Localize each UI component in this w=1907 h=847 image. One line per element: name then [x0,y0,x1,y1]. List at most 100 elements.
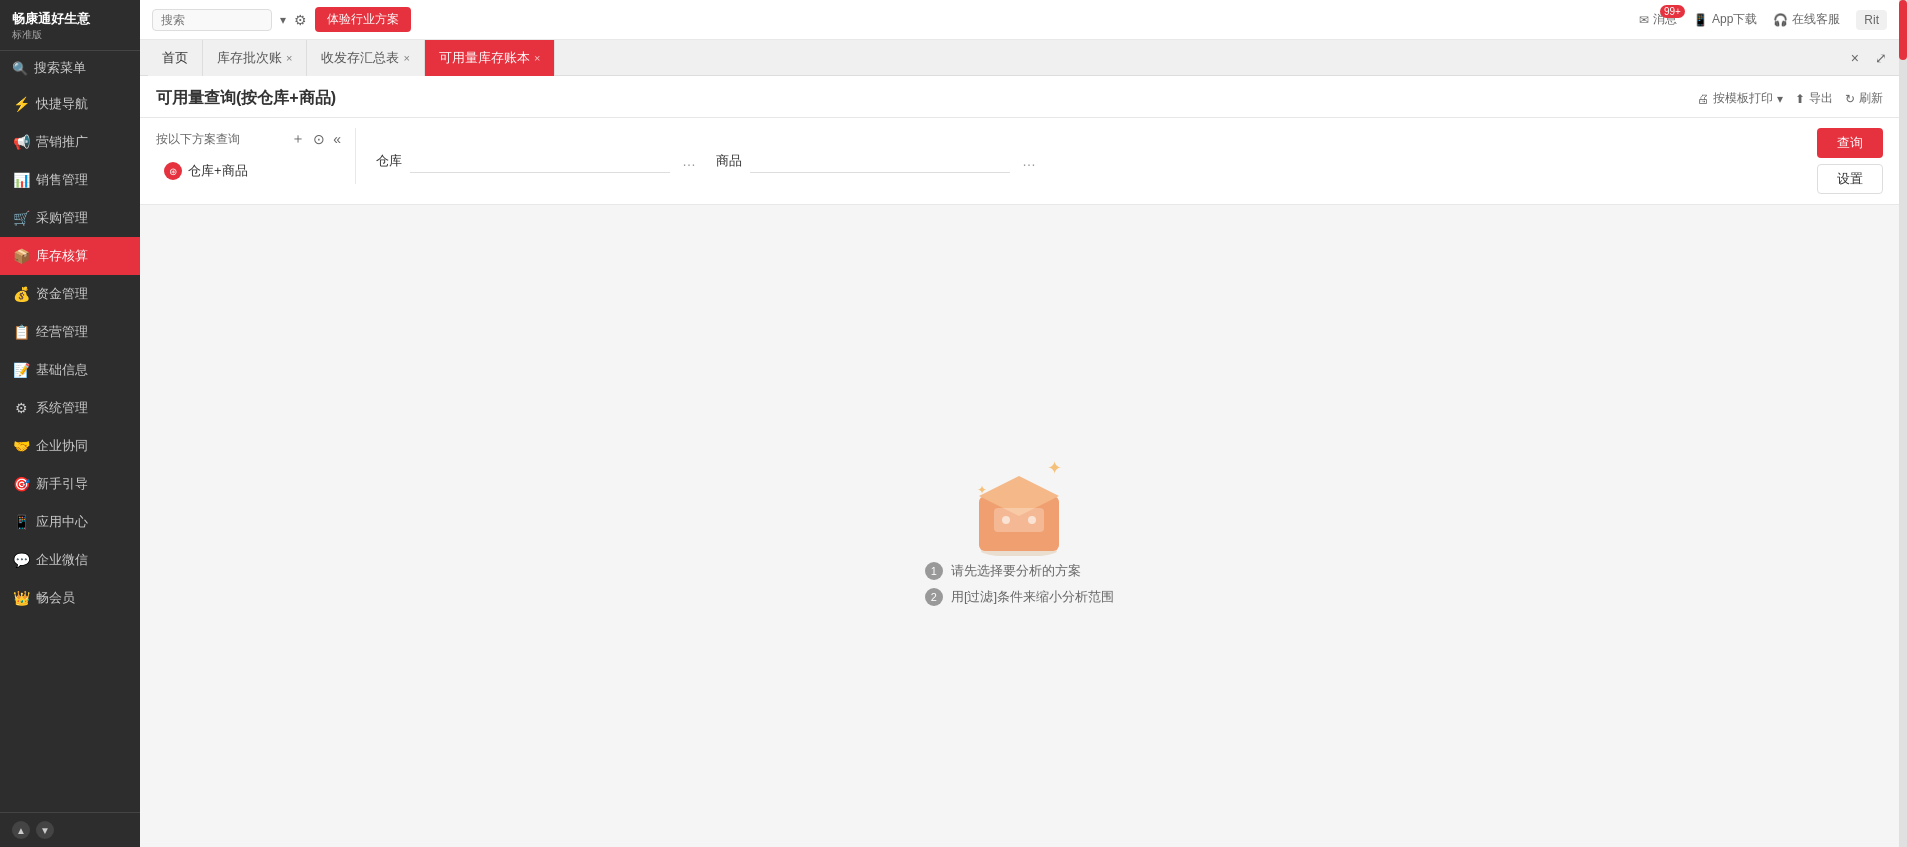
sidebar: 畅康通好生意 标准版 🔍 搜索菜单 ⚡ 快捷导航 📢 营销推广 📊 销售管理 🛒… [0,0,140,847]
sidebar-item-label: 企业微信 [36,551,88,569]
filter-area: 按以下方案查询 ＋ ⊙ « ⊛ 仓库+商品 仓库 … 商品 … [140,118,1899,205]
topbar-user-btn[interactable]: Rit [1856,10,1887,30]
scheme-item-warehouse-goods[interactable]: ⊛ 仓库+商品 [156,158,343,184]
tip-text-1: 请先选择要分析的方案 [951,562,1081,580]
sidebar-item-quick-nav[interactable]: ⚡ 快捷导航 [0,85,140,123]
main-area: ▾ ⚙ 体验行业方案 ✉ 消息 99+ 📱 App下载 🎧 在线客服 Rit [140,0,1899,847]
empty-box-svg: ✦ ✦ [959,446,1079,556]
svg-point-5 [1028,516,1036,524]
tab-expand-btn[interactable]: ⤢ [1871,46,1891,70]
collapse-scheme-btn[interactable]: « [331,129,343,149]
sidebar-item-marketing[interactable]: 📢 营销推广 [0,123,140,161]
sidebar-item-label: 应用中心 [36,513,88,531]
operations-icon: 📋 [12,323,30,341]
sales-icon: 📊 [12,171,30,189]
member-icon: 👑 [12,589,30,607]
settings-scheme-btn[interactable]: ⊙ [311,129,327,149]
sidebar-item-label: 企业协同 [36,437,88,455]
filter-scheme-panel: 按以下方案查询 ＋ ⊙ « ⊛ 仓库+商品 [156,128,356,184]
app-icon: 📱 [1693,13,1708,27]
tab-close-all-btn[interactable]: × [1847,46,1863,70]
query-btn[interactable]: 查询 [1817,128,1883,158]
topbar-service-btn[interactable]: 🎧 在线客服 [1773,11,1840,28]
warehouse-input[interactable] [410,149,670,173]
tab-home[interactable]: 首页 [148,40,203,76]
user-label: Rit [1864,13,1879,27]
add-scheme-btn[interactable]: ＋ [289,128,307,150]
sidebar-item-system[interactable]: ⚙ 系统管理 [0,389,140,427]
scroll-up-btn[interactable]: ▲ [12,821,30,839]
logo-title: 畅康通好生意 [12,10,128,28]
goods-more-btn[interactable]: … [1018,151,1040,171]
topbar-gear-icon[interactable]: ⚙ [294,12,307,28]
empty-tips: 1 请先选择要分析的方案 2 用[过滤]条件来缩小分析范围 [925,562,1114,606]
export-label: 导出 [1809,90,1833,107]
warehouse-more-btn[interactable]: … [678,151,700,171]
sidebar-item-wechat[interactable]: 💬 企业微信 [0,541,140,579]
content-header-actions: 🖨 按模板打印 ▾ ⬆ 导出 ↻ 刷新 [1697,90,1883,107]
message-icon: ✉ [1639,13,1649,27]
finance-icon: 💰 [12,285,30,303]
print-template-btn[interactable]: 🖨 按模板打印 ▾ [1697,90,1783,107]
topbar-app-btn[interactable]: 📱 App下载 [1693,11,1757,28]
filter-scheme-actions: ＋ ⊙ « [289,128,343,150]
svg-point-4 [1002,516,1010,524]
sidebar-item-operations[interactable]: 📋 经营管理 [0,313,140,351]
export-btn[interactable]: ⬆ 导出 [1795,90,1833,107]
sidebar-item-finance[interactable]: 💰 资金管理 [0,275,140,313]
sidebar-item-newbie[interactable]: 🎯 新手引导 [0,465,140,503]
trial-btn[interactable]: 体验行业方案 [315,7,411,32]
filter-scheme-header: 按以下方案查询 ＋ ⊙ « [156,128,343,150]
topbar: ▾ ⚙ 体验行业方案 ✉ 消息 99+ 📱 App下载 🎧 在线客服 Rit [140,0,1899,40]
goods-input[interactable] [750,149,1010,173]
filter-goods-field: 商品 … [716,149,1040,173]
tab-batch-account-close[interactable]: × [286,52,292,64]
sidebar-item-enterprise[interactable]: 🤝 企业协同 [0,427,140,465]
scheme-item-label: 仓库+商品 [188,162,248,180]
logo-sub: 标准版 [12,28,128,42]
sidebar-item-purchase[interactable]: 🛒 采购管理 [0,199,140,237]
svg-text:✦: ✦ [1047,458,1062,478]
sidebar-item-label: 系统管理 [36,399,88,417]
tip-num-2: 2 [925,588,943,606]
tab-available-ledger-close[interactable]: × [534,52,540,64]
tab-available-ledger[interactable]: 可用量库存账本 × [425,40,555,76]
sidebar-item-label: 营销推广 [36,133,88,151]
topbar-search-input[interactable] [152,9,272,31]
tab-home-label: 首页 [162,49,188,67]
refresh-icon: ↻ [1845,92,1855,106]
goods-label: 商品 [716,152,742,170]
topbar-chevron-icon[interactable]: ▾ [280,13,286,27]
tab-available-ledger-label: 可用量库存账本 [439,49,530,67]
tab-batch-account-label: 库存批次账 [217,49,282,67]
empty-illustration: ✦ ✦ [959,446,1079,546]
refresh-label: 刷新 [1859,90,1883,107]
sidebar-item-member[interactable]: 👑 畅会员 [0,579,140,617]
tab-collect-account-close[interactable]: × [403,52,409,64]
empty-tip-2: 2 用[过滤]条件来缩小分析范围 [925,588,1114,606]
sidebar-bottom[interactable]: ▲ ▼ [0,812,140,847]
refresh-btn[interactable]: ↻ 刷新 [1845,90,1883,107]
scrollbar-thumb[interactable] [1899,0,1907,60]
tabbar-actions: × ⤢ [1847,46,1891,70]
right-scrollbar[interactable] [1899,0,1907,847]
topbar-message-btn[interactable]: ✉ 消息 99+ [1639,11,1677,28]
warehouse-label: 仓库 [376,152,402,170]
tab-collect-account-label: 收发存汇总表 [321,49,399,67]
scroll-down-btn[interactable]: ▼ [36,821,54,839]
sidebar-item-basic-info[interactable]: 📝 基础信息 [0,351,140,389]
sidebar-item-sales[interactable]: 📊 销售管理 [0,161,140,199]
sidebar-search-item[interactable]: 🔍 搜索菜单 [0,51,140,85]
content-body: ✦ ✦ 1 请先选择要分析的方案 2 用[过滤]条件来缩小分析范围 [140,205,1899,847]
sidebar-item-inventory[interactable]: 📦 库存核算 [0,237,140,275]
filter-settings-btn[interactable]: 设置 [1817,164,1883,194]
sidebar-item-app-center[interactable]: 📱 应用中心 [0,503,140,541]
sidebar-logo: 畅康通好生意 标准版 [0,0,140,51]
print-icon: 🖨 [1697,92,1709,106]
tip-text-2: 用[过滤]条件来缩小分析范围 [951,588,1114,606]
print-label: 按模板打印 [1713,90,1773,107]
app-label: App下载 [1712,11,1757,28]
tab-batch-account[interactable]: 库存批次账 × [203,40,307,76]
export-icon: ⬆ [1795,92,1805,106]
tab-collect-account[interactable]: 收发存汇总表 × [307,40,424,76]
